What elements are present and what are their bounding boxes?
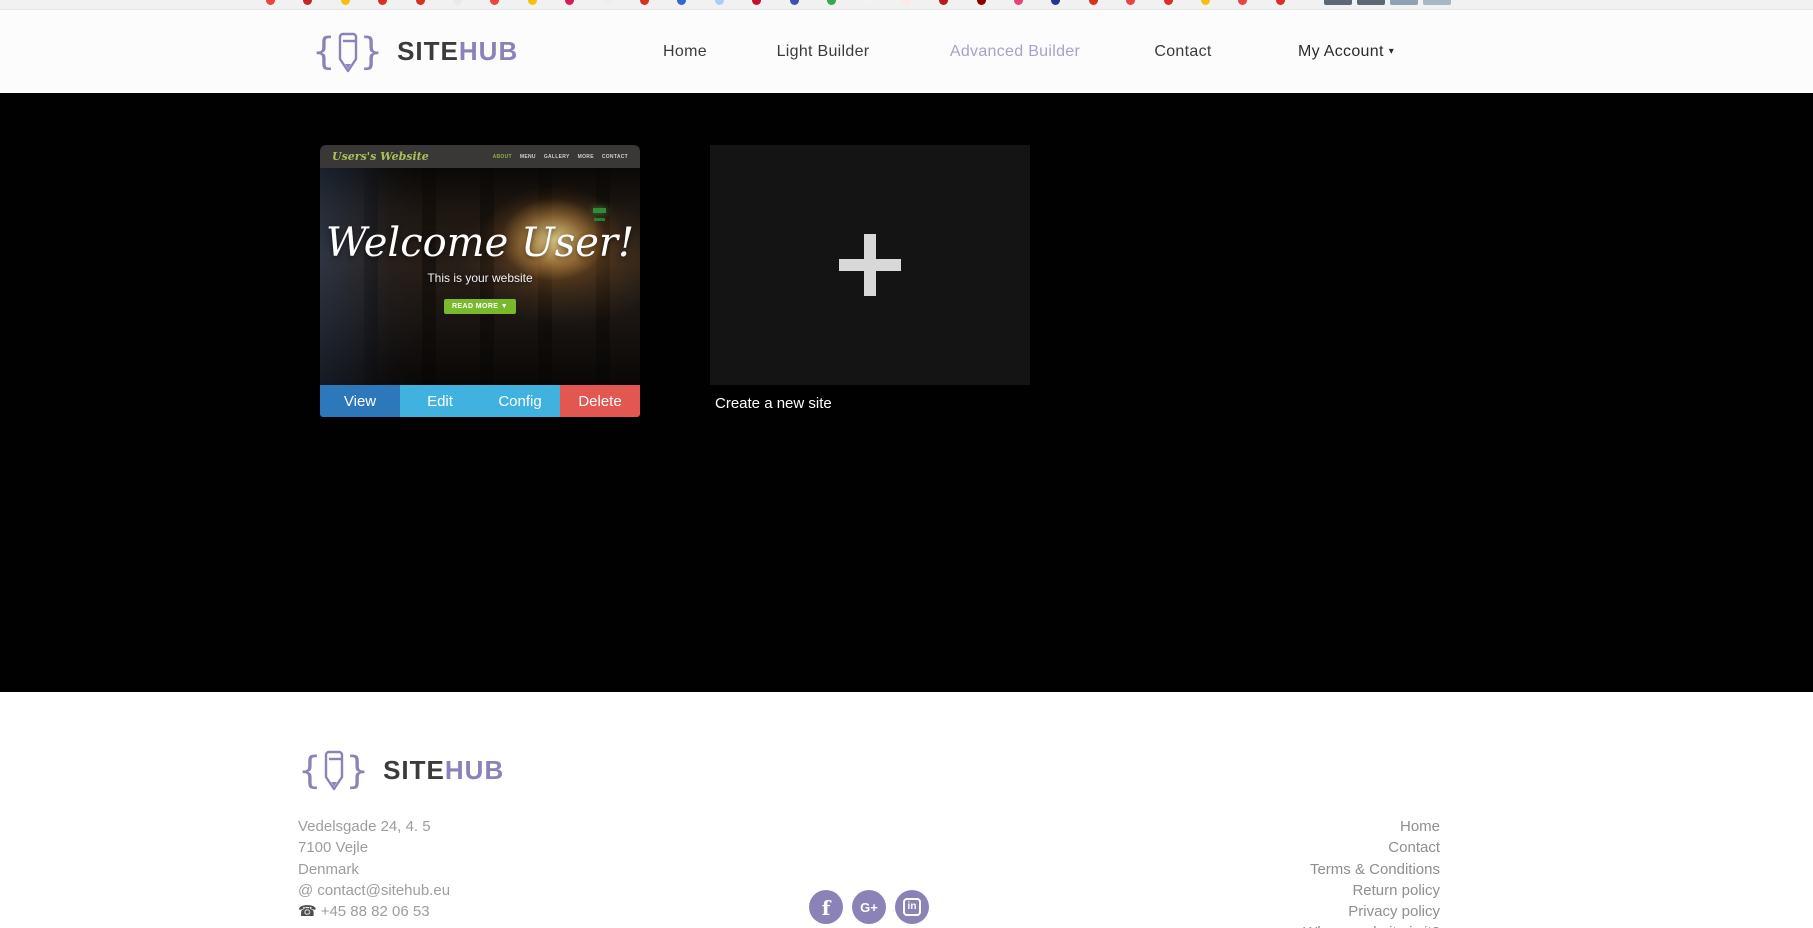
footer: { } SITEHUB Vedelsgade 24, 4. 5 7100 Vej… [0, 692, 1813, 928]
bookmark-folder-tab[interactable] [1357, 0, 1385, 5]
footer-phone-row: ☎ +45 88 82 06 53 [298, 901, 450, 922]
google-plus-icon[interactable]: G+ [852, 890, 886, 924]
header: { } SITEHUB Home Light Builder Advanced … [0, 10, 1813, 93]
site-preview-heading: Welcome User! [325, 220, 635, 266]
footer-link-terms[interactable]: Terms & Conditions [1303, 859, 1440, 880]
bookmark-favicon[interactable] [1275, 0, 1285, 5]
bookmark-favicon[interactable] [864, 0, 874, 5]
site-card: Users's Website ABOUT MENU GALLERY MORE … [320, 145, 640, 417]
bookmark-favicon[interactable] [266, 0, 275, 5]
address-line-country: Denmark [298, 860, 359, 878]
footer-pencil-icon [324, 750, 343, 791]
bookmark-favicon[interactable] [527, 0, 537, 5]
nav-item-light-builder[interactable]: Light Builder [777, 43, 870, 61]
bookmark-folder-tab[interactable] [1423, 0, 1451, 5]
footer-brand-text: SITEHUB [383, 755, 504, 786]
bookmark-favicon[interactable] [939, 0, 949, 5]
delete-button[interactable]: Delete [560, 385, 640, 417]
nav-item-advanced-builder[interactable]: Advanced Builder [950, 43, 1080, 61]
bookmark-favicon[interactable] [1126, 0, 1136, 5]
address-line-city: 7100 Vejle [298, 839, 369, 857]
bookmark-favicon[interactable] [976, 0, 986, 5]
site-card-actions: View Edit Config Delete [320, 385, 640, 417]
bookmark-favicon[interactable] [1201, 0, 1210, 5]
view-button[interactable]: View [320, 385, 400, 417]
site-preview-nav-contact: CONTACT [601, 153, 628, 160]
bookmark-favicon[interactable] [1163, 0, 1173, 5]
bookmark-favicon[interactable] [1088, 0, 1098, 5]
facebook-icon[interactable]: f [809, 890, 843, 924]
site-preview-nav-more: MORE [577, 153, 594, 160]
bookmark-favicon[interactable] [901, 0, 911, 5]
footer-brand-hub: HUB [444, 754, 505, 785]
bookmark-favicon[interactable] [340, 0, 350, 5]
bookmark-favicon[interactable] [1051, 0, 1061, 5]
sites-area: Users's Website ABOUT MENU GALLERY MORE … [0, 93, 1813, 692]
create-new-site-label: Create a new site [715, 395, 832, 412]
bookmark-favicon[interactable] [602, 0, 612, 5]
bookmark-favicon[interactable] [453, 0, 462, 5]
caret-down-icon: ▾ [1388, 45, 1395, 57]
bookmark-favicon[interactable] [415, 0, 425, 5]
plus-icon [839, 234, 901, 296]
main-nav: Home Light Builder Advanced Builder Cont… [298, 10, 1440, 93]
bookmark-favicon[interactable] [303, 0, 313, 5]
footer-email[interactable]: contact@sitehub.eu [317, 882, 450, 899]
footer-link-privacy[interactable]: Privacy policy [1303, 901, 1440, 922]
bookmark-favicon[interactable] [565, 0, 575, 5]
footer-logo-brace-left: { [298, 748, 322, 792]
footer-link-return[interactable]: Return policy [1303, 880, 1440, 901]
bookmark-favicon[interactable] [1238, 0, 1248, 5]
footer-email-row: @ contact@sitehub.eu [298, 880, 450, 901]
bookmark-favicon[interactable] [714, 0, 724, 5]
footer-links: Home Contact Terms & Conditions Return p… [1303, 816, 1440, 928]
site-preview-hero: Welcome User! This is your website READ … [320, 168, 640, 385]
at-icon: @ [298, 881, 314, 899]
edit-button[interactable]: Edit [400, 385, 480, 417]
site-preview-nav-gallery: GALLERY [543, 153, 570, 160]
bookmark-favicon[interactable] [827, 0, 836, 5]
bookmark-favicon[interactable] [378, 0, 388, 5]
site-preview-read-more-button: READ MORE ▼ [443, 299, 517, 314]
bookmark-folder-tab[interactable] [1390, 0, 1418, 5]
bookmark-favicon[interactable] [640, 0, 649, 5]
site-preview-nav-menu: MENU [519, 153, 536, 160]
bookmark-favicon[interactable] [789, 0, 799, 5]
footer-social: f G+ in [809, 890, 929, 924]
bookmark-favicon[interactable] [752, 0, 762, 5]
site-preview-nav-about: ABOUT [492, 153, 512, 160]
bookmarks-strip [0, 0, 1813, 10]
bookmark-folder-tab[interactable] [1324, 0, 1352, 5]
footer-phone: +45 88 82 06 53 [320, 903, 430, 921]
my-account-label: My Account [1297, 42, 1384, 60]
nav-item-contact[interactable]: Contact [1154, 43, 1211, 61]
footer-logo-brace-right: } [345, 748, 370, 792]
bookmark-favicon[interactable] [1014, 0, 1023, 5]
my-account-dropdown[interactable]: My Account ▾ [1298, 43, 1394, 61]
linkedin-icon[interactable]: in [895, 890, 929, 924]
bookmark-favicon[interactable] [677, 0, 687, 5]
exit-sign-decoration [593, 208, 606, 213]
footer-link-partial[interactable]: Whose website is it? [1303, 922, 1440, 928]
footer-logo: { } SITEHUB [298, 746, 504, 794]
config-button[interactable]: Config [480, 385, 560, 417]
site-preview-subheading: This is your website [427, 271, 533, 285]
address-line-street: Vedelsgade 24, 4. 5 [298, 818, 431, 835]
bookmark-favicon[interactable] [490, 0, 500, 5]
footer-address: Vedelsgade 24, 4. 5 7100 Vejle Denmark @… [298, 816, 450, 922]
site-preview-title: Users's Website [332, 150, 429, 163]
site-preview-nav: ABOUT MENU GALLERY MORE CONTACT [493, 154, 628, 160]
site-preview-header: Users's Website ABOUT MENU GALLERY MORE … [320, 145, 640, 168]
create-new-site-card[interactable] [710, 145, 1030, 385]
footer-link-home[interactable]: Home [1303, 816, 1440, 837]
phone-icon: ☎ [298, 903, 317, 921]
footer-link-contact[interactable]: Contact [1303, 837, 1440, 858]
footer-brand-site: SITE [383, 754, 445, 785]
nav-item-home[interactable]: Home [663, 43, 707, 61]
